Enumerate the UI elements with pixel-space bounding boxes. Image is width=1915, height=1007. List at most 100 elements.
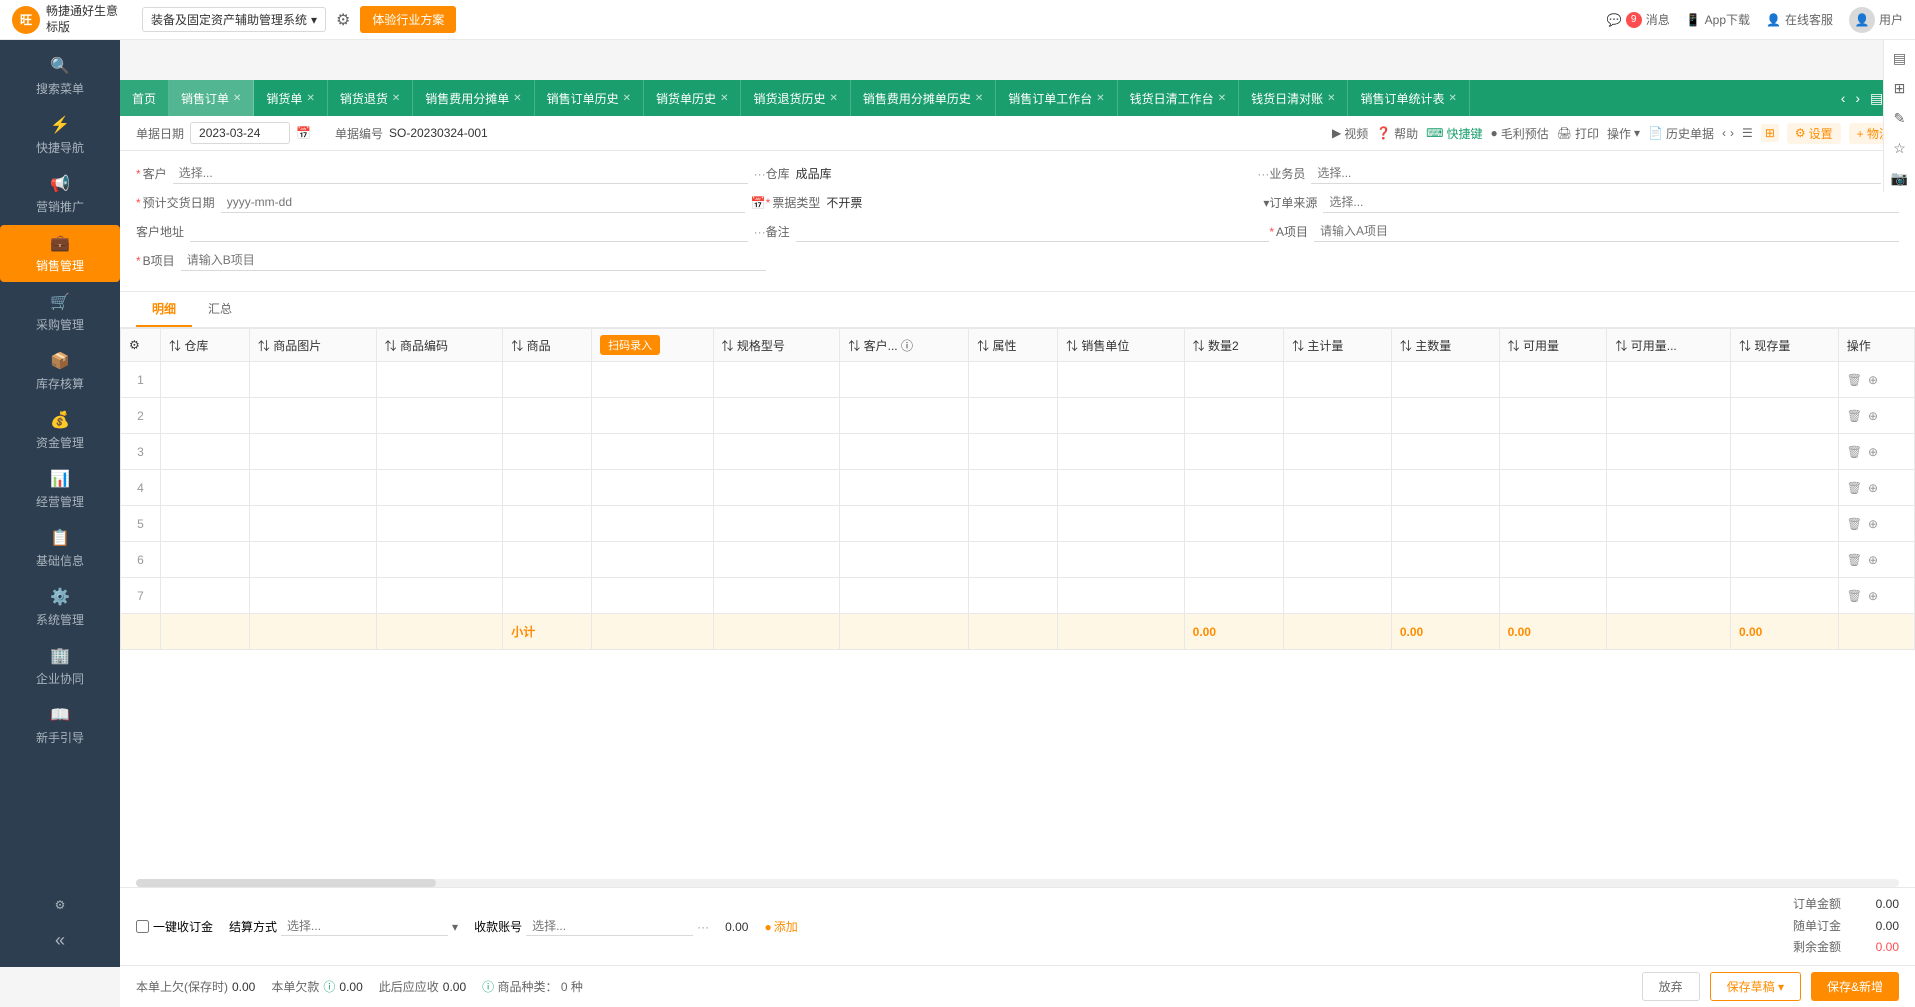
one-click-check[interactable]: [136, 920, 149, 933]
tab-close-icon-5[interactable]: ✕: [623, 93, 631, 104]
delete-row-btn-2[interactable]: 🗑: [1847, 409, 1862, 423]
calendar-icon[interactable]: 📅: [296, 126, 311, 140]
address-dots-btn[interactable]: ···: [754, 225, 766, 239]
save-draft-dropdown-icon[interactable]: ▾: [1778, 980, 1784, 994]
row-main-qty-1[interactable]: [1391, 362, 1499, 398]
tab-close-icon-10[interactable]: ✕: [1218, 93, 1226, 104]
th-spec[interactable]: ⇅ 规格型号: [713, 329, 840, 362]
save-new-btn[interactable]: 保存&新增: [1811, 972, 1899, 1001]
row-code-1[interactable]: [376, 362, 503, 398]
row-warehouse-3[interactable]: [161, 434, 250, 470]
sidebar-item-inventory[interactable]: 📦 库存核算: [0, 343, 120, 400]
tab-summary[interactable]: 汇总: [192, 292, 248, 327]
row-attr-1[interactable]: [969, 362, 1058, 398]
sidebar-item-quick-nav[interactable]: ⚡ 快捷导航: [0, 107, 120, 164]
row-warehouse-1[interactable]: [161, 362, 250, 398]
tab-prev-btn[interactable]: ‹: [1837, 86, 1850, 110]
industry-btn[interactable]: 体验行业方案: [360, 6, 456, 33]
row-customer-code-1[interactable]: [840, 362, 969, 398]
row-product-3[interactable]: [503, 434, 592, 470]
customer-address-input[interactable]: [190, 221, 748, 242]
add-btn[interactable]: ● 添加: [764, 918, 797, 935]
salesperson-input[interactable]: [1311, 163, 1881, 184]
b-project-input[interactable]: [181, 250, 766, 271]
copy-row-btn-6[interactable]: ⊕: [1868, 553, 1878, 567]
horizontal-scrollbar[interactable]: [136, 879, 1899, 887]
tab-close-icon-11[interactable]: ✕: [1327, 93, 1335, 104]
tab-invoice-history[interactable]: 销货单历史 ✕: [644, 80, 741, 116]
right-panel-btn-2[interactable]: ⊞: [1886, 74, 1914, 102]
tab-close-icon-6[interactable]: ✕: [720, 93, 728, 104]
warehouse-dots-btn[interactable]: ···: [1257, 167, 1269, 181]
tab-sales-expense[interactable]: 销售费用分摊单 ✕: [413, 80, 534, 116]
row-product-1[interactable]: [503, 362, 592, 398]
receipt-dots-btn[interactable]: ···: [697, 920, 709, 934]
row-code-2[interactable]: [376, 398, 503, 434]
online-service-btn[interactable]: 👤 在线客服: [1766, 11, 1833, 28]
delete-row-btn-5[interactable]: 🗑: [1847, 517, 1862, 531]
sidebar-item-finance[interactable]: 💰 资金管理: [0, 402, 120, 459]
scan-btn[interactable]: 扫码录入: [600, 335, 660, 355]
scrollbar-thumb[interactable]: [136, 879, 436, 887]
history-btn[interactable]: 📄 历史单据: [1648, 125, 1714, 142]
app-download-btn[interactable]: 📱 App下载: [1686, 11, 1750, 28]
layout-btn-1[interactable]: ☰: [1742, 126, 1753, 140]
row-code-3[interactable]: [376, 434, 503, 470]
th-current-qty[interactable]: ⇅ 现存量: [1730, 329, 1838, 362]
tab-expense-history[interactable]: 销售费用分摊单历史 ✕: [851, 80, 996, 116]
date-input[interactable]: 2023-03-24: [190, 122, 290, 144]
help-btn[interactable]: ❓ 帮助: [1376, 125, 1418, 142]
th-customer-code[interactable]: ⇅ 客户... ⓘ: [840, 329, 969, 362]
prev-record-btn[interactable]: ‹: [1722, 126, 1726, 140]
tab-sales-invoice[interactable]: 销货单 ✕: [254, 80, 327, 116]
th-scan[interactable]: 扫码录入: [592, 329, 713, 362]
payment-method-dropdown-icon[interactable]: ▾: [452, 920, 458, 934]
tab-sales-workbench[interactable]: 销售订单工作台 ✕: [996, 80, 1117, 116]
receipt-account-input[interactable]: [526, 917, 693, 936]
user-avatar[interactable]: 👤 用户: [1849, 7, 1903, 33]
message-btn[interactable]: 💬 9 消息: [1607, 11, 1670, 28]
tab-close-icon-4[interactable]: ✕: [513, 93, 521, 104]
payment-method-input[interactable]: [281, 917, 448, 936]
delete-row-btn-1[interactable]: 🗑: [1847, 373, 1862, 387]
a-project-input[interactable]: [1314, 221, 1899, 242]
row-customer-code-2[interactable]: [840, 398, 969, 434]
th-settings[interactable]: ⚙: [121, 329, 161, 362]
th-main-unit[interactable]: ⇅ 主计量: [1284, 329, 1392, 362]
tab-daily-reconcile[interactable]: 钱货日清对账 ✕: [1239, 80, 1348, 116]
sidebar-item-basic-info[interactable]: 📋 基础信息: [0, 520, 120, 577]
row-main-qty-2[interactable]: [1391, 398, 1499, 434]
print-btn[interactable]: 🖨 打印: [1557, 125, 1599, 142]
th-attribute[interactable]: ⇅ 属性: [969, 329, 1058, 362]
row-sales-unit-1[interactable]: [1057, 362, 1184, 398]
sidebar-item-system[interactable]: ⚙️ 系统管理: [0, 579, 120, 636]
tab-return-history[interactable]: 销货退货历史 ✕: [741, 80, 850, 116]
copy-row-btn-1[interactable]: ⊕: [1868, 373, 1878, 387]
th-product-img[interactable]: ⇅ 商品图片: [249, 329, 376, 362]
th-avail-qty2[interactable]: ⇅ 可用量...: [1607, 329, 1731, 362]
right-panel-btn-5[interactable]: 📷: [1886, 164, 1914, 192]
order-source-input[interactable]: [1323, 192, 1899, 213]
sidebar-collapse-btn[interactable]: «: [47, 922, 73, 959]
profit-btn[interactable]: ● 毛利预估: [1491, 125, 1549, 142]
system-title[interactable]: 装备及固定资产辅助管理系统 ▾: [142, 7, 326, 32]
tab-home[interactable]: 首页: [120, 80, 169, 116]
row-warehouse-2[interactable]: [161, 398, 250, 434]
th-product-code[interactable]: ⇅ 商品编码: [376, 329, 503, 362]
delivery-date-input[interactable]: [221, 192, 745, 213]
customer-dots-btn[interactable]: ···: [754, 167, 766, 181]
tab-daily-workbench[interactable]: 钱货日清工作台 ✕: [1118, 80, 1239, 116]
tab-close-icon-3[interactable]: ✕: [392, 93, 400, 104]
copy-row-btn-2[interactable]: ⊕: [1868, 409, 1878, 423]
sidebar-item-operations[interactable]: 📊 经营管理: [0, 461, 120, 518]
tab-close-icon-9[interactable]: ✕: [1096, 93, 1104, 104]
save-draft-btn[interactable]: 保存草稿 ▾: [1710, 972, 1801, 1001]
copy-row-btn-5[interactable]: ⊕: [1868, 517, 1878, 531]
tab-close-icon-7[interactable]: ✕: [829, 93, 837, 104]
tab-detail[interactable]: 明细: [136, 292, 192, 327]
th-qty2[interactable]: ⇅ 数量2: [1184, 329, 1283, 362]
tab-close-icon-12[interactable]: ✕: [1449, 93, 1457, 104]
sidebar-settings-btn[interactable]: ⚙: [0, 890, 120, 920]
sidebar-item-search[interactable]: 🔍 搜索菜单: [0, 48, 120, 105]
settings-icon[interactable]: ⚙: [336, 10, 350, 30]
